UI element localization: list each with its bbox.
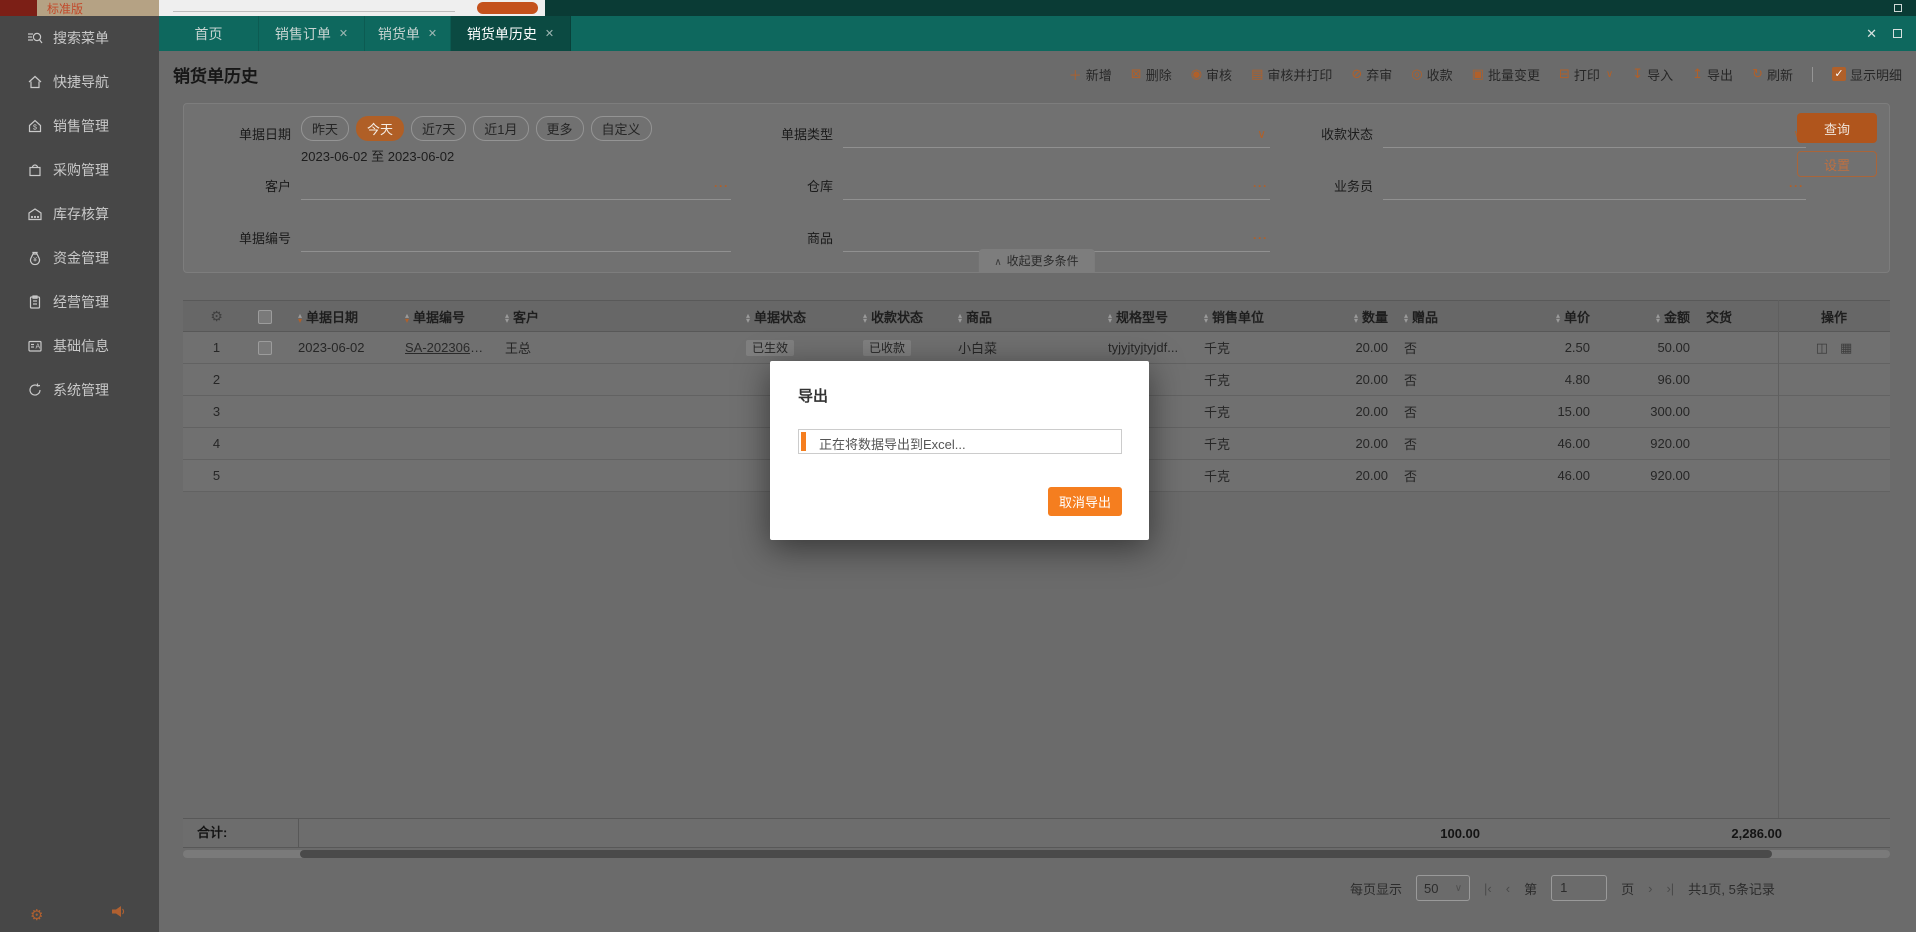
export-progress-box: 正在将数据导出到Excel... bbox=[798, 429, 1122, 454]
modal-title: 导出 bbox=[798, 388, 829, 405]
progress-bar bbox=[801, 432, 806, 451]
app-window: 标准版 首页 销售订单 ✕ 销货单 ✕ 销货单历史 ✕ ✕ 搜索菜单 快捷导航 … bbox=[0, 0, 1916, 932]
cancel-export-button[interactable]: 取消导出 bbox=[1048, 487, 1122, 516]
export-progress-message: 正在将数据导出到Excel... bbox=[819, 437, 966, 452]
export-modal: 导出 正在将数据导出到Excel... 取消导出 bbox=[770, 361, 1149, 540]
